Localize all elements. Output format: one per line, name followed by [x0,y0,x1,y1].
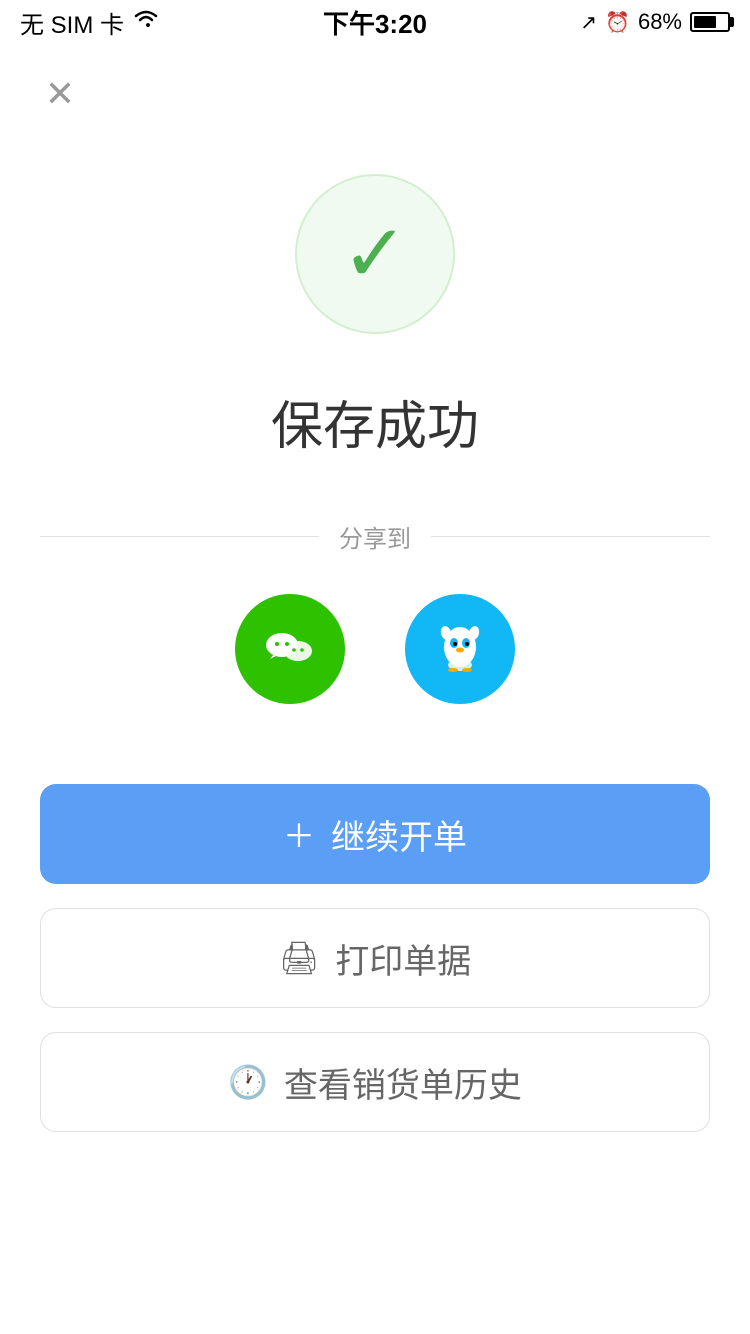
battery-icon [690,12,730,32]
share-divider: 分享到 [40,519,710,554]
status-right: ↗ ⏰ 68% [580,9,730,35]
success-icon-circle: ✓ [295,174,455,334]
qq-share-button[interactable] [405,594,515,704]
wechat-share-button[interactable] [235,594,345,704]
close-icon: ✕ [45,76,75,112]
status-bar: 无 SIM 卡 下午3:20 ↗ ⏰ 68% [0,0,750,44]
location-icon: ↗ [580,10,597,35]
status-carrier: 无 SIM 卡 [20,5,160,40]
success-title: 保存成功 [271,384,479,459]
carrier-text: 无 SIM 卡 [20,5,124,40]
continue-label: 继续开单 [331,810,467,859]
share-icons-row [235,594,515,704]
continue-button[interactable]: ＋ 继续开单 [40,784,710,884]
history-button[interactable]: 🕐 查看销货单历史 [40,1032,710,1132]
action-buttons: ＋ 继续开单 🖨 打印单据 🕐 查看销货单历史 [40,784,710,1132]
history-icon: 🕐 [228,1063,268,1101]
close-button[interactable]: ✕ [30,64,90,124]
print-icon: 🖨 [279,939,320,977]
plus-icon: ＋ [283,811,315,857]
divider-line-left [40,536,319,537]
qq-icon [428,617,492,681]
history-label: 查看销货单历史 [284,1058,522,1107]
wifi-icon [132,8,160,36]
status-time: 下午3:20 [323,4,427,41]
print-label: 打印单据 [335,934,471,983]
print-button[interactable]: 🖨 打印单据 [40,908,710,1008]
divider-line-right [431,536,710,537]
wechat-icon [260,619,320,679]
alarm-icon: ⏰ [605,10,630,35]
main-content: ✓ 保存成功 分享到 [0,144,750,1334]
divider-label: 分享到 [339,519,411,554]
battery-percent: 68% [638,9,682,35]
checkmark-icon: ✓ [341,214,408,294]
